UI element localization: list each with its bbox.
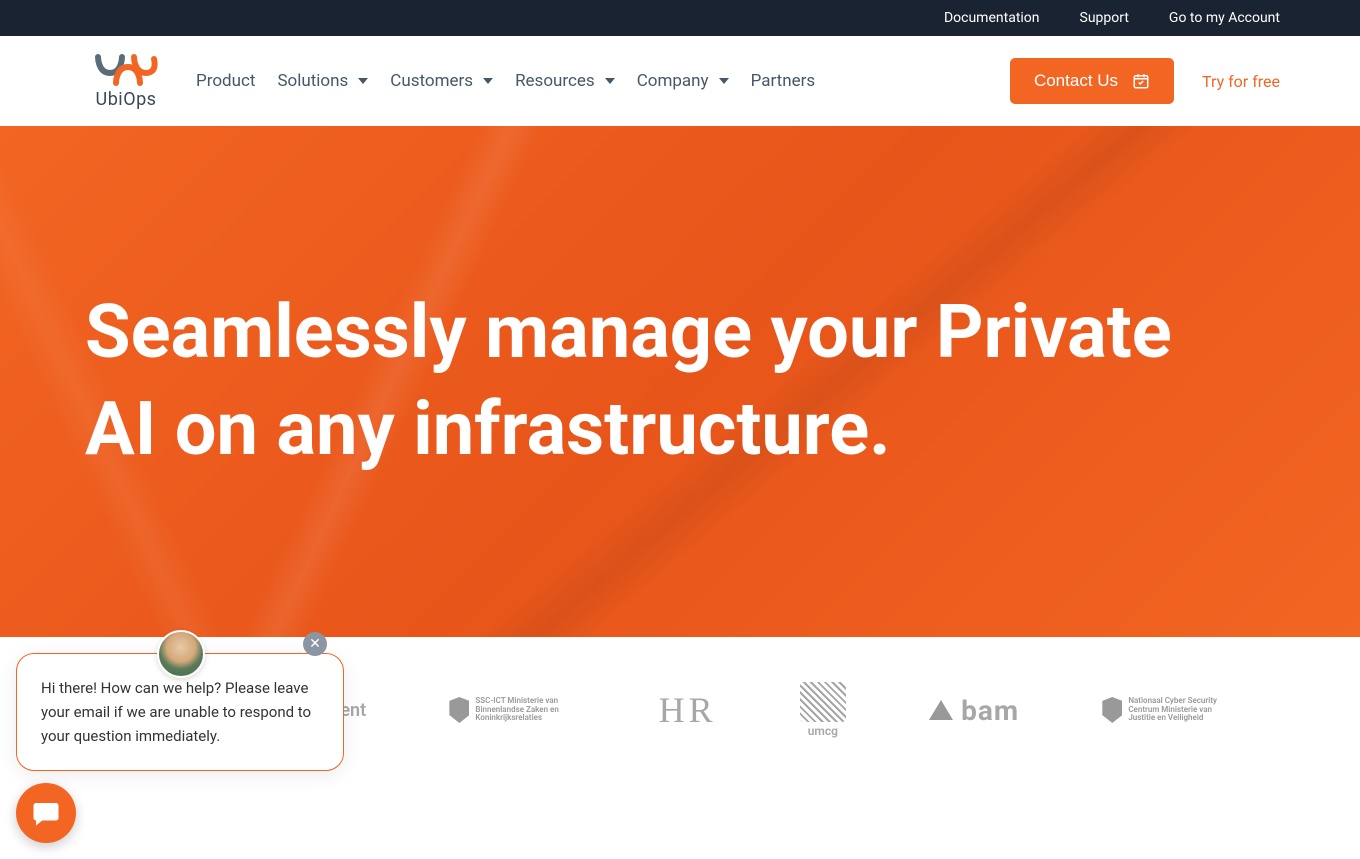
shield-icon (1102, 697, 1122, 723)
client-logo-ssc-ict: SSC-ICT Ministerie van Binnenlandse Zake… (449, 697, 575, 723)
graphic-icon (800, 682, 846, 722)
nav-label: Company (637, 71, 709, 91)
triangle-icon (929, 700, 953, 720)
nav-label: Solutions (277, 71, 348, 91)
logo-text: bam (961, 694, 1019, 727)
avatar (157, 630, 205, 678)
chevron-down-icon (358, 78, 368, 84)
contact-button[interactable]: Contact Us (1010, 58, 1174, 104)
chevron-down-icon (719, 78, 729, 84)
chat-icon (31, 798, 61, 828)
nav-company[interactable]: Company (637, 71, 729, 91)
nav-label: Resources (515, 71, 595, 91)
brand-name: UbiOps (96, 89, 157, 110)
account-link[interactable]: Go to my Account (1169, 10, 1280, 26)
top-utility-bar: Documentation Support Go to my Account (0, 0, 1360, 36)
logo-text: Nationaal Cyber Security Centrum Ministe… (1128, 697, 1238, 723)
nav-label: Customers (390, 71, 473, 91)
nav-partners[interactable]: Partners (751, 71, 816, 91)
nav-solutions[interactable]: Solutions (277, 71, 368, 91)
chat-popover[interactable]: ✕ Hi there! How can we help? Please leav… (16, 653, 344, 771)
nav-product[interactable]: Product (196, 71, 255, 91)
chevron-down-icon (483, 78, 493, 84)
shield-icon (449, 697, 469, 723)
contact-label: Contact Us (1034, 71, 1118, 91)
support-link[interactable]: Support (1080, 10, 1129, 26)
client-logo-umcg: umcg (800, 682, 846, 738)
calendar-check-icon (1132, 72, 1150, 90)
client-logo-hr: HR (659, 689, 717, 731)
nav-resources[interactable]: Resources (515, 71, 615, 91)
chat-launcher-button[interactable] (16, 783, 76, 843)
nav-label: Product (196, 71, 255, 91)
nav-actions: Contact Us Try for free (1010, 58, 1280, 104)
close-icon[interactable]: ✕ (303, 632, 327, 656)
logo-text: umcg (808, 724, 838, 738)
doc-link[interactable]: Documentation (944, 10, 1040, 26)
hero-headline: Seamlessly manage your Private AI on any… (85, 285, 1235, 477)
chat-message: Hi there! How can we help? Please leave … (41, 676, 319, 748)
hero-section: Seamlessly manage your Private AI on any… (0, 126, 1360, 637)
logo-icon (92, 53, 160, 87)
try-free-link[interactable]: Try for free (1202, 72, 1280, 91)
chevron-down-icon (605, 78, 615, 84)
client-logo-bam: bam (929, 694, 1019, 727)
logo-text: SSC-ICT Ministerie van Binnenlandse Zake… (475, 697, 575, 723)
client-logo-ncsc: Nationaal Cyber Security Centrum Ministe… (1102, 697, 1238, 723)
nav-customers[interactable]: Customers (390, 71, 493, 91)
primary-nav: Product Solutions Customers Resources Co… (196, 71, 1010, 91)
main-navbar: UbiOps Product Solutions Customers Resou… (0, 36, 1360, 126)
brand-logo[interactable]: UbiOps (92, 53, 160, 110)
nav-label: Partners (751, 71, 816, 91)
